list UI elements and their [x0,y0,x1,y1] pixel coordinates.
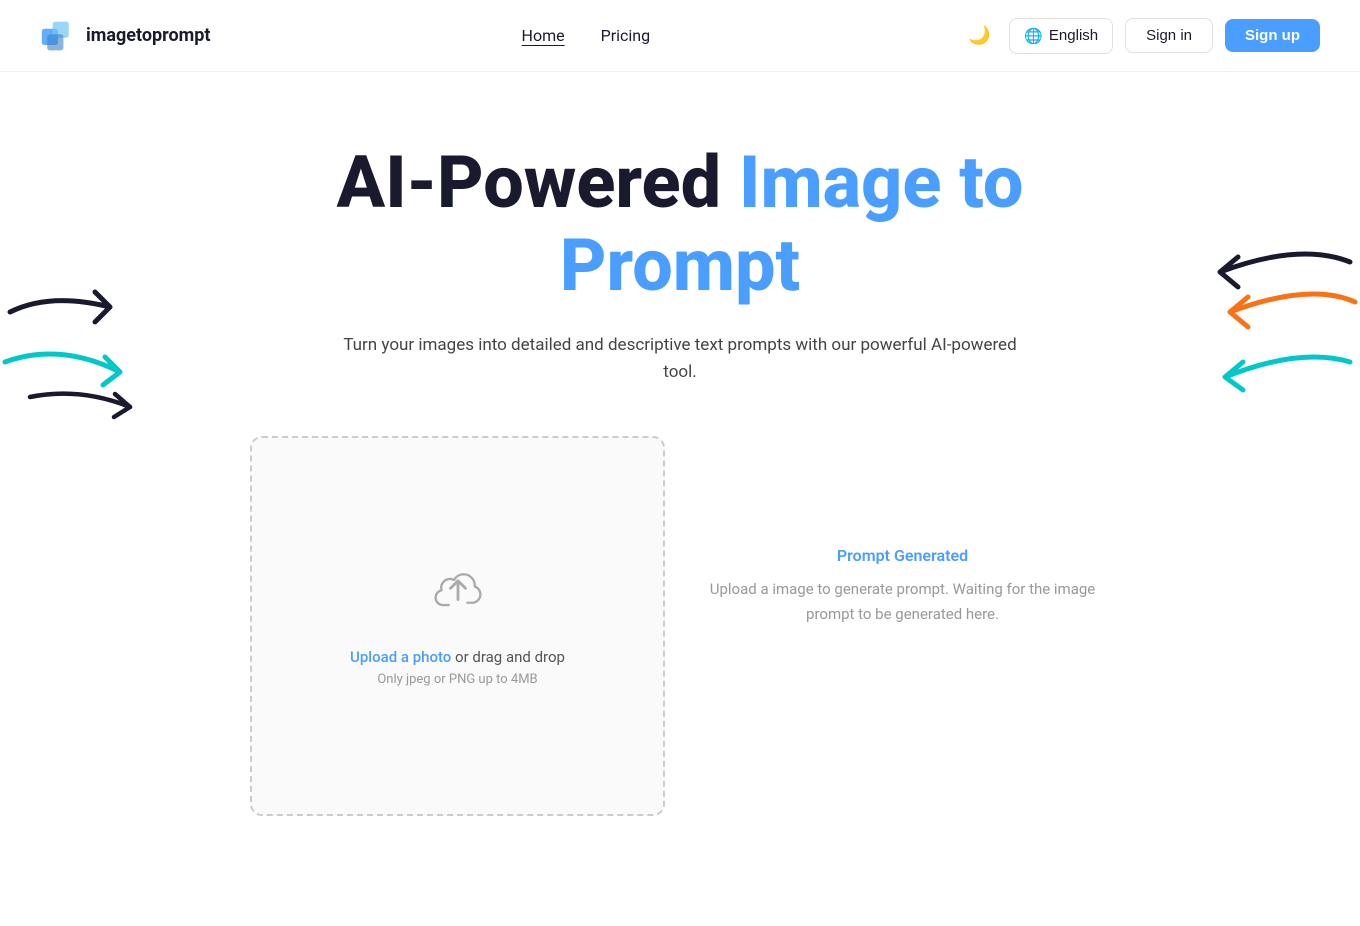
hero-dark-text: AI-Powered [337,140,740,225]
left-arrows-decoration [0,232,170,442]
globe-icon: 🌐 [1024,27,1043,45]
logo-link[interactable]: imagetoprompt [40,18,210,54]
hero-subtitle: Turn your images into detailed and descr… [340,332,1020,386]
hero-section: AI-Powered Image toPrompt Turn your imag… [0,72,1360,926]
logo-text: imagetoprompt [86,25,210,46]
sign-in-button[interactable]: Sign in [1125,18,1213,53]
lang-label: English [1049,27,1098,44]
upload-dropzone[interactable]: Upload a photo or drag and drop Only jpe… [250,436,665,816]
nav-pricing[interactable]: Pricing [601,26,651,45]
upload-drag-text: or drag and drop [451,648,565,666]
navbar: imagetoprompt Home Pricing 🌙 🌐 English S… [0,0,1360,72]
nav-right: 🌙 🌐 English Sign in Sign up [961,18,1320,54]
upload-text: Upload a photo or drag and drop [350,648,565,666]
dark-mode-button[interactable]: 🌙 [961,18,997,54]
hero-blue-text: Image to [739,140,1023,225]
moon-icon: 🌙 [968,25,990,46]
nav-links: Home Pricing [522,26,651,45]
hero-prompt-text: Prompt [560,223,800,308]
language-button[interactable]: 🌐 English [1009,18,1113,54]
upload-hint: Only jpeg or PNG up to 4MB [377,672,537,687]
prompt-section: Prompt Generated Upload a image to gener… [695,436,1110,816]
prompt-label: Prompt Generated [695,546,1110,565]
upload-section: Upload a photo or drag and drop Only jpe… [250,436,665,816]
main-content: Upload a photo or drag and drop Only jpe… [230,436,1130,876]
right-arrows-decoration [1140,222,1360,452]
sign-up-button[interactable]: Sign up [1225,19,1320,52]
prompt-placeholder-text: Upload a image to generate prompt. Waiti… [695,577,1110,628]
nav-home[interactable]: Home [522,26,565,45]
upload-cloud-icon [430,564,486,632]
upload-link[interactable]: Upload a photo [350,648,451,666]
logo-icon [40,18,76,54]
